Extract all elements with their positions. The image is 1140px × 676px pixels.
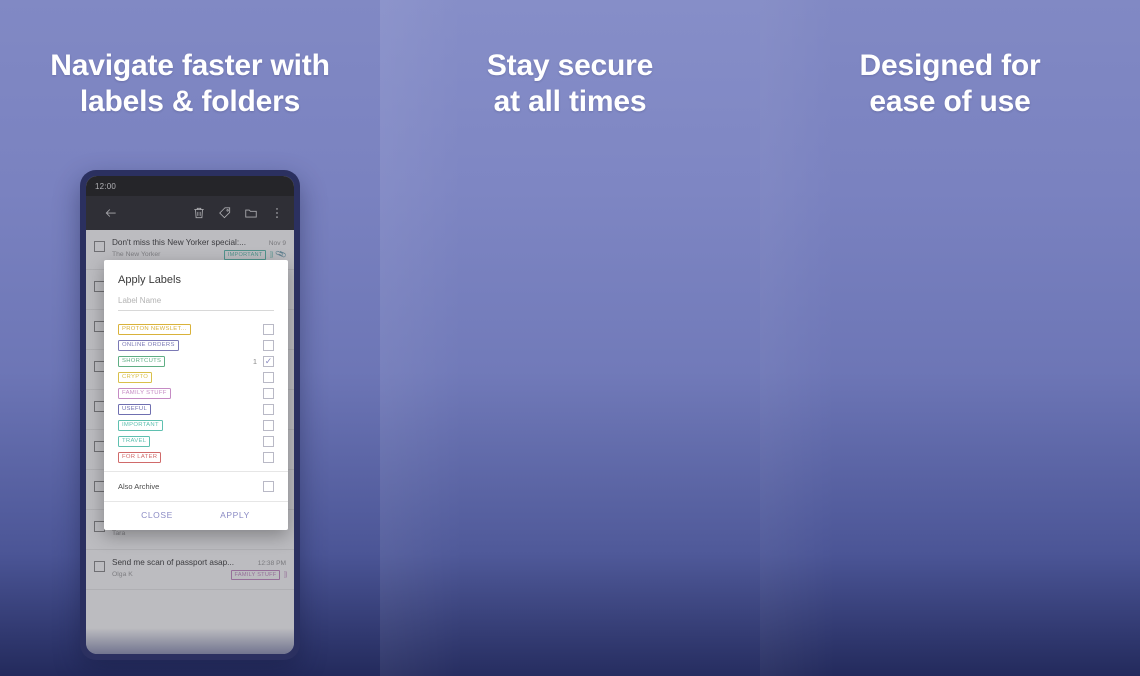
label-checkbox[interactable] <box>263 323 274 335</box>
panel2-headline-line2: at all times <box>493 85 647 118</box>
dialog-actions: CLOSE APPLY <box>104 501 288 530</box>
apply-labels-dialog: Apply Labels Label Name PROTON NEWSLET..… <box>104 260 288 530</box>
panel3-headline: Designed for ease of use <box>760 48 1140 120</box>
label-checkbox[interactable] <box>263 435 274 447</box>
panel2-headline-line1: Stay secure <box>486 49 654 82</box>
label-option-row[interactable]: PROTON NEWSLET... <box>104 321 288 337</box>
panel2-headline: Stay secure at all times <box>380 48 760 120</box>
label-option-row[interactable]: SHORTCUTS 1 ✓ <box>104 353 288 369</box>
label-chip: TRAVEL <box>118 435 151 447</box>
label-option-list: PROTON NEWSLET... ONLINE ORDERS SHORTCUTS 1… <box>104 319 288 467</box>
label-option-row[interactable]: FOR LATER <box>104 449 288 465</box>
promo-panel-security: Stay secure at all times 12:00 ← Enter P… <box>380 0 760 676</box>
label-option-row[interactable]: IMPORTANT <box>104 417 288 433</box>
label-chip: PROTON NEWSLET... <box>118 323 191 335</box>
label-checkbox[interactable] <box>263 339 274 351</box>
label-chip: USEFUL <box>118 403 152 415</box>
label-count: 1 <box>252 356 257 366</box>
label-chip: SHORTCUTS <box>118 355 166 367</box>
label-checkbox[interactable] <box>263 387 274 399</box>
label-checkbox[interactable] <box>263 371 274 383</box>
dialog-title: Apply Labels <box>118 274 181 286</box>
label-option-row[interactable]: USEFUL <box>104 401 288 417</box>
phone-mockup-labels: 12:00 Don't miss this New Yorker special… <box>80 170 300 660</box>
also-archive-label: Also Archive <box>118 482 160 491</box>
label-option-row[interactable]: TRAVEL <box>104 433 288 449</box>
label-option-row[interactable]: ONLINE ORDERS <box>104 337 288 353</box>
also-archive-checkbox[interactable] <box>263 481 274 492</box>
label-name-input[interactable]: Label Name <box>118 296 274 311</box>
label-option-row[interactable]: FAMILY STUFF <box>104 385 288 401</box>
apply-button[interactable]: APPLY <box>196 510 274 520</box>
panel1-headline-line1: Navigate faster with <box>50 49 330 82</box>
label-chip: IMPORTANT <box>118 419 163 431</box>
panel3-headline-line2: ease of use <box>869 85 1031 118</box>
label-checkbox[interactable] <box>263 419 274 431</box>
label-chip: FOR LATER <box>118 451 162 463</box>
label-chip: ONLINE ORDERS <box>118 339 179 351</box>
panel1-headline-line2: labels & folders <box>79 85 301 118</box>
label-checkbox[interactable]: ✓ <box>263 355 274 367</box>
label-checkbox[interactable] <box>263 451 274 463</box>
promo-panel-labels: Navigate faster with labels & folders 12… <box>0 0 380 676</box>
label-option-row[interactable]: CRYPTO <box>104 369 288 385</box>
promo-panel-ease-of-use: Designed for ease of use 12:00 INBOX <box>760 0 1140 676</box>
label-chip: FAMILY STUFF <box>118 387 171 399</box>
panel1-headline: Navigate faster with labels & folders <box>0 48 380 120</box>
also-archive-row[interactable]: Also Archive <box>104 472 288 501</box>
label-chip: CRYPTO <box>118 371 153 383</box>
panel3-headline-line1: Designed for <box>859 49 1041 82</box>
phone-screen-labels: 12:00 Don't miss this New Yorker special… <box>86 176 294 654</box>
promo-screenshot-set: Navigate faster with labels & folders 12… <box>0 0 1140 676</box>
label-checkbox[interactable] <box>263 403 274 415</box>
close-button[interactable]: CLOSE <box>118 510 196 520</box>
